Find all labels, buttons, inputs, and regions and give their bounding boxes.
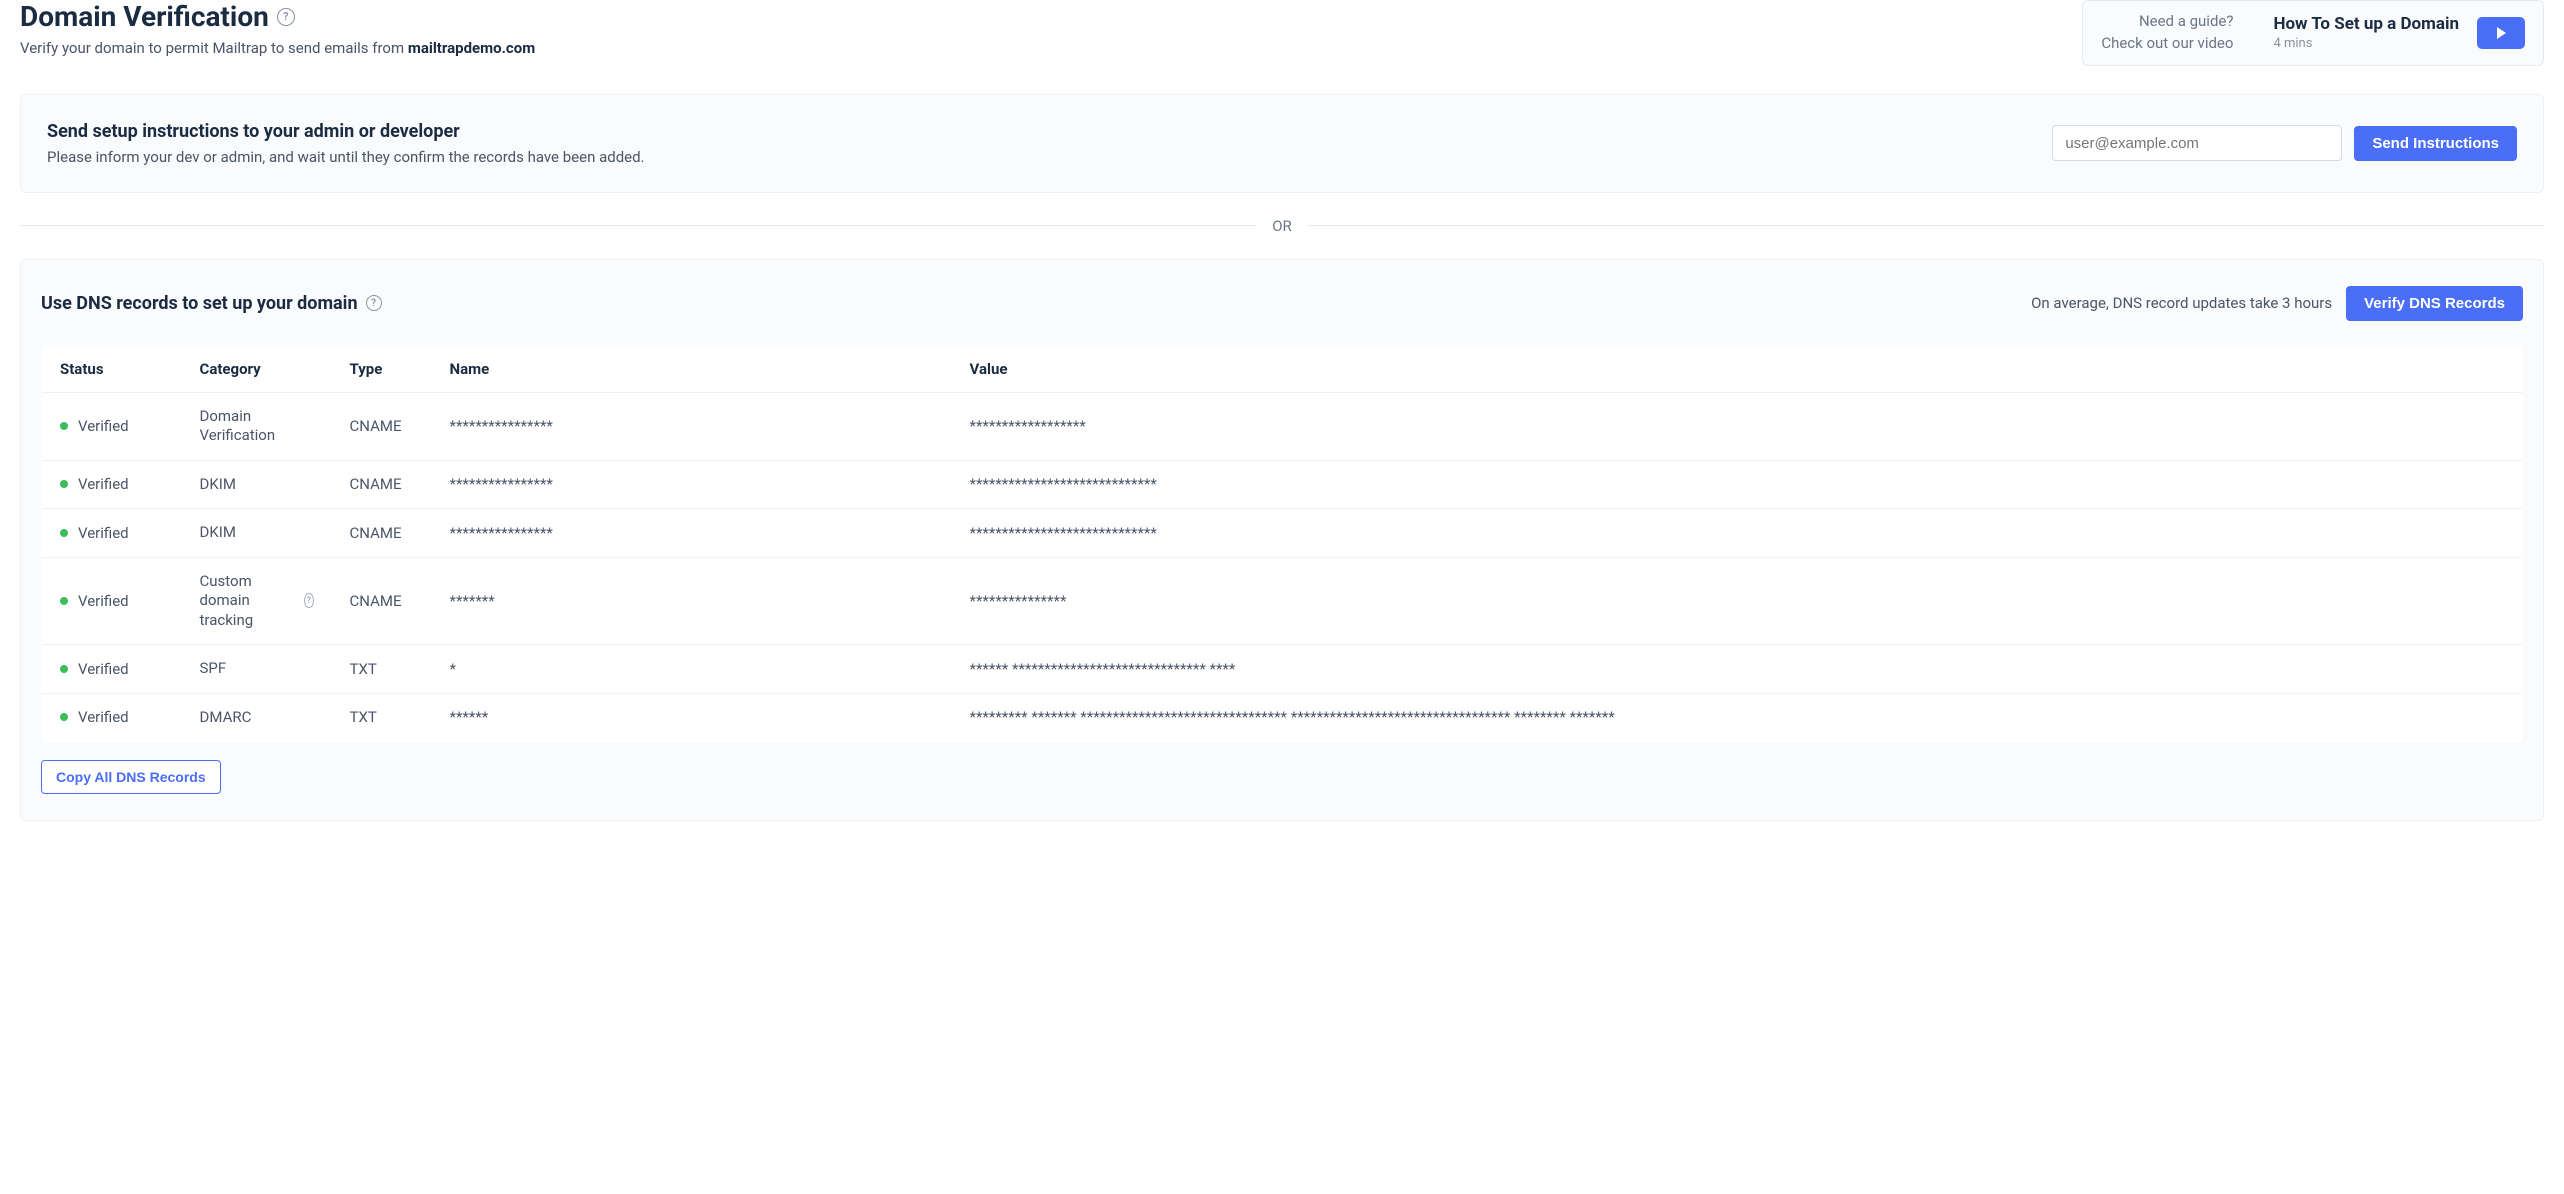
table-row: VerifiedDKIMCNAME***********************…: [42, 460, 2523, 509]
status-dot-icon: [60, 713, 68, 721]
email-field[interactable]: [2052, 125, 2342, 161]
guide-duration: 4 mins: [2273, 36, 2459, 51]
status-dot-icon: [60, 665, 68, 673]
instructions-desc: Please inform your dev or admin, and wai…: [47, 148, 2028, 166]
col-header-category: Category: [182, 345, 332, 392]
name-cell: *******: [432, 557, 952, 645]
status-dot-icon: [60, 597, 68, 605]
type-cell: CNAME: [332, 460, 432, 509]
value-cell: ******************: [952, 392, 2523, 460]
verify-dns-button[interactable]: Verify DNS Records: [2346, 286, 2523, 321]
name-cell: ****************: [432, 509, 952, 558]
name-cell: ****************: [432, 392, 952, 460]
col-header-name: Name: [432, 345, 952, 392]
status-text: Verified: [78, 708, 129, 726]
type-cell: CNAME: [332, 392, 432, 460]
value-cell: *****************************: [952, 460, 2523, 509]
type-cell: TXT: [332, 645, 432, 694]
category-text: DKIM: [200, 523, 236, 543]
name-cell: ****************: [432, 460, 952, 509]
guide-card: Need a guide? Check out our video How To…: [2082, 0, 2544, 66]
help-icon[interactable]: ?: [277, 8, 295, 26]
divider-label: OR: [1272, 217, 1292, 235]
value-cell: ****** ****************************** **…: [952, 645, 2523, 694]
table-row: Verified SPF TXT******* ******************…: [42, 645, 2523, 694]
instructions-title: Send setup instructions to your admin or…: [47, 121, 2028, 142]
category-text: DMARC: [200, 708, 252, 728]
category-text: SPF: [200, 659, 227, 679]
guide-prompt: Need a guide? Check out our video: [2101, 11, 2233, 55]
table-row: VerifiedDomain VerificationCNAME********…: [42, 392, 2523, 460]
instructions-panel: Send setup instructions to your admin or…: [20, 94, 2544, 193]
play-video-button[interactable]: [2477, 17, 2525, 49]
type-cell: CNAME: [332, 557, 432, 645]
status-text: Verified: [78, 475, 129, 493]
help-icon[interactable]: ?: [304, 593, 313, 608]
status-text: Verified: [78, 660, 129, 678]
dns-avg-text: On average, DNS record updates take 3 ho…: [2031, 294, 2332, 312]
name-cell: ******: [432, 693, 952, 742]
table-row: Verified DMARC TXT*************** ******* …: [42, 693, 2523, 742]
col-header-value: Value: [952, 345, 2523, 392]
dns-title: Use DNS records to set up your domain: [41, 293, 358, 314]
play-icon: [2494, 26, 2508, 40]
page-title: Domain Verification: [20, 0, 269, 33]
table-row: VerifiedCustom domain tracking?CNAME****…: [42, 557, 2523, 645]
value-cell: ********* ******* **********************…: [952, 693, 2523, 742]
type-cell: TXT: [332, 693, 432, 742]
type-cell: CNAME: [332, 509, 432, 558]
table-row: VerifiedDKIMCNAME***********************…: [42, 509, 2523, 558]
category-text: Domain Verification: [200, 407, 314, 446]
status-dot-icon: [60, 422, 68, 430]
status-dot-icon: [60, 480, 68, 488]
category-text: Custom domain tracking: [200, 572, 293, 631]
status-text: Verified: [78, 417, 129, 435]
value-cell: ***************: [952, 557, 2523, 645]
divider: OR: [20, 217, 2544, 235]
value-cell: *****************************: [952, 509, 2523, 558]
status-text: Verified: [78, 524, 129, 542]
dns-panel: Use DNS records to set up your domain ? …: [20, 259, 2544, 822]
col-header-type: Type: [332, 345, 432, 392]
name-cell: *: [432, 645, 952, 694]
status-dot-icon: [60, 529, 68, 537]
page-subtitle: Verify your domain to permit Mailtrap to…: [20, 39, 2082, 57]
send-instructions-button[interactable]: Send Instructions: [2354, 126, 2517, 161]
copy-all-button[interactable]: Copy All DNS Records: [41, 760, 221, 794]
col-header-status: Status: [42, 345, 182, 392]
category-text: DKIM: [200, 475, 236, 495]
status-text: Verified: [78, 592, 129, 610]
dns-table: Status Category Type Name Value Verified…: [41, 345, 2523, 743]
guide-title: How To Set up a Domain: [2273, 14, 2459, 34]
help-icon[interactable]: ?: [366, 295, 382, 311]
